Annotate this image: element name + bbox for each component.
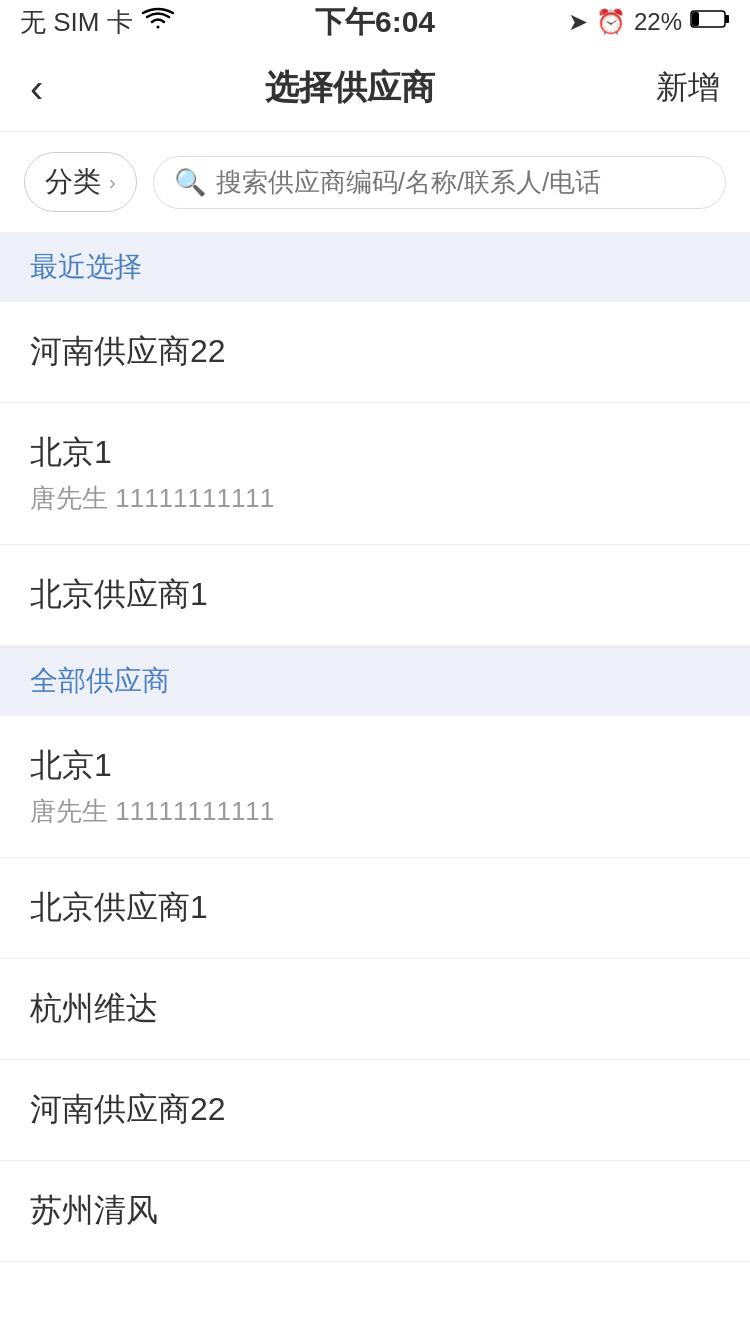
page-title: 选择供应商 — [265, 65, 435, 111]
list-item[interactable]: 河南供应商22 — [0, 302, 750, 403]
search-icon: 🔍 — [174, 167, 206, 198]
item-name: 北京供应商1 — [30, 886, 720, 930]
supplier-list: 最近选择河南供应商22 北京1 唐先生 11111111111 北京供应商1 全部供应商… — [0, 232, 750, 1262]
list-item[interactable]: 河南供应商22 — [0, 1060, 750, 1161]
filter-bar: 分类 › 🔍 — [0, 132, 750, 232]
category-button[interactable]: 分类 › — [24, 152, 137, 212]
item-name: 北京1 — [30, 431, 720, 475]
item-name: 北京1 — [30, 744, 720, 788]
list-item[interactable]: 苏州清风 — [0, 1161, 750, 1262]
item-name: 河南供应商22 — [30, 330, 720, 374]
status-left: 无 SIM 卡 — [20, 5, 175, 40]
category-label: 分类 — [45, 163, 101, 201]
item-name: 苏州清风 — [30, 1189, 720, 1233]
alarm-icon: ⏰ — [596, 8, 626, 36]
chevron-right-icon: › — [109, 171, 116, 194]
item-contact: 唐先生 11111111111 — [30, 794, 720, 829]
list-item[interactable]: 北京1 唐先生 11111111111 — [0, 716, 750, 858]
add-button[interactable]: 新增 — [656, 66, 720, 110]
location-icon: ➤ — [568, 8, 588, 36]
battery-text: 22% — [634, 8, 682, 36]
list-item[interactable]: 杭州维达 — [0, 959, 750, 1060]
svg-rect-1 — [725, 15, 729, 23]
section-header-all: 全部供应商 — [0, 646, 750, 716]
carrier-text: 无 SIM 卡 — [20, 5, 133, 40]
status-time: 下午6:04 — [315, 2, 435, 43]
status-right: ➤ ⏰ 22% — [568, 8, 730, 36]
search-box[interactable]: 🔍 — [153, 156, 726, 209]
section-header-recent: 最近选择 — [0, 232, 750, 302]
item-name: 北京供应商1 — [30, 573, 720, 617]
svg-rect-2 — [692, 12, 699, 26]
item-contact: 唐先生 11111111111 — [30, 481, 720, 516]
item-name: 河南供应商22 — [30, 1088, 720, 1132]
list-item[interactable]: 北京1 唐先生 11111111111 — [0, 403, 750, 545]
nav-bar: ‹ 选择供应商 新增 — [0, 44, 750, 132]
list-item[interactable]: 北京供应商1 — [0, 545, 750, 646]
back-button[interactable]: ‹ — [30, 68, 43, 108]
item-name: 杭州维达 — [30, 987, 720, 1031]
battery-icon — [690, 8, 730, 36]
status-bar: 无 SIM 卡 下午6:04 ➤ ⏰ 22% — [0, 0, 750, 44]
list-item[interactable]: 北京供应商1 — [0, 858, 750, 959]
search-input[interactable] — [216, 167, 705, 198]
wifi-icon — [141, 7, 175, 38]
